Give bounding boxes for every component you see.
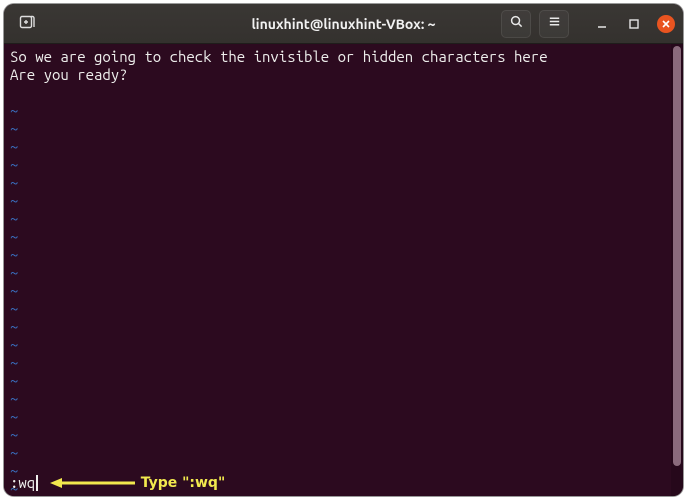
arrow-left-icon (50, 477, 135, 489)
maximize-icon (628, 18, 640, 30)
maximize-button[interactable] (625, 15, 643, 33)
search-icon (509, 14, 524, 33)
command-text: :wq (10, 474, 35, 492)
hamburger-icon (547, 14, 562, 33)
minimize-icon (596, 18, 608, 30)
menu-button[interactable] (539, 10, 569, 38)
terminal-window: linuxhint@linuxhint-VBox: ~ (4, 4, 683, 496)
minimize-button[interactable] (593, 15, 611, 33)
scrollbar-thumb[interactable] (673, 46, 681, 466)
search-button[interactable] (501, 10, 531, 38)
new-tab-button[interactable] (12, 10, 42, 38)
titlebar: linuxhint@linuxhint-VBox: ~ (4, 4, 683, 44)
vim-command-line[interactable]: :wq Type ":wq" (10, 474, 677, 492)
window-controls (593, 15, 675, 33)
vertical-scrollbar[interactable] (671, 44, 683, 496)
editor-content: So we are going to check the invisible o… (10, 48, 679, 496)
empty-line-tildes: ~ ~ ~ ~ ~ ~ ~ ~ ~ ~ ~ ~ ~ ~ ~ ~ ~ ~ ~ ~ … (10, 102, 18, 496)
new-tab-icon (18, 13, 36, 35)
annotation-callout: Type ":wq" (50, 474, 226, 492)
close-icon (661, 19, 671, 29)
window-title: linuxhint@linuxhint-VBox: ~ (4, 16, 683, 32)
annotation-label: Type ":wq" (141, 474, 226, 492)
file-text: So we are going to check the invisible o… (10, 48, 548, 83)
terminal-viewport[interactable]: So we are going to check the invisible o… (4, 44, 683, 496)
text-cursor (36, 475, 38, 491)
close-button[interactable] (657, 15, 675, 33)
